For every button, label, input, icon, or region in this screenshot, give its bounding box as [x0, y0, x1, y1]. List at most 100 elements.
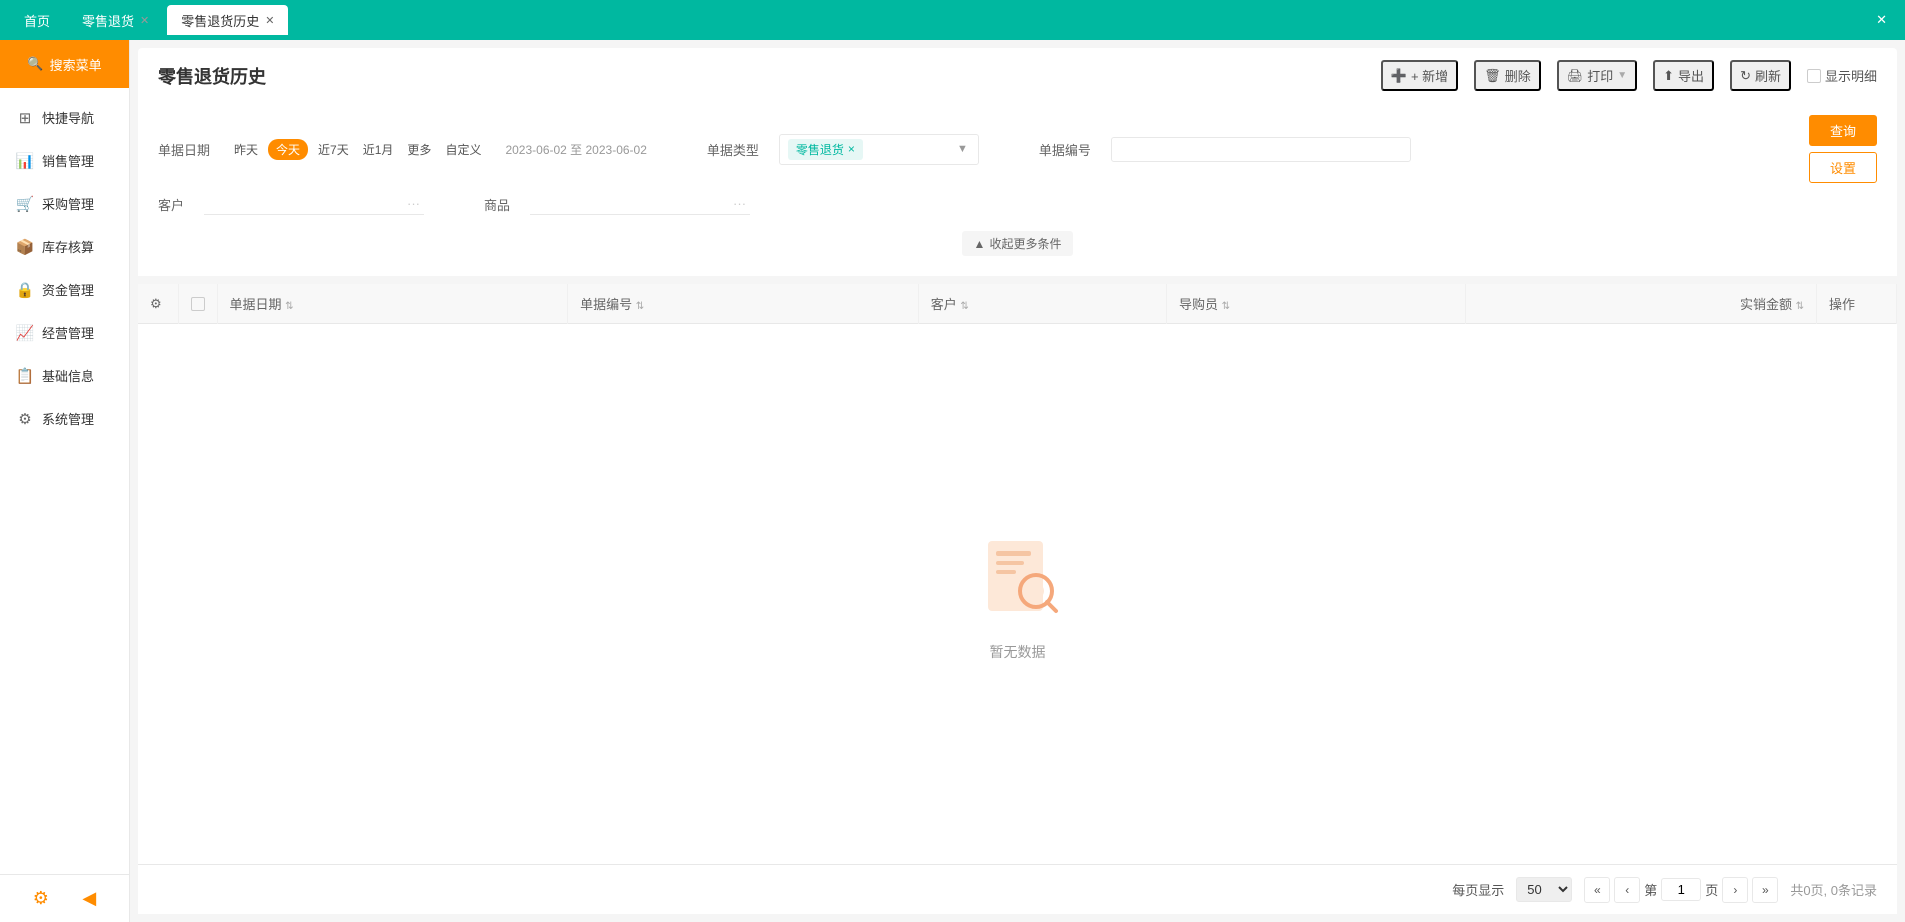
tab-retail-return-close[interactable]: ✕	[140, 14, 149, 27]
th-date[interactable]: 单据日期 ⇅	[217, 284, 568, 324]
sidebar-item-basicinfo[interactable]: 📋 基础信息	[0, 354, 129, 397]
delete-icon: 🗑	[1484, 68, 1501, 84]
date-btn-today[interactable]: 今天	[268, 139, 308, 160]
export-icon: ⬆	[1663, 68, 1674, 84]
setting-button[interactable]: 设置	[1809, 152, 1877, 183]
date-btn-more[interactable]: 更多	[403, 139, 435, 160]
collapse-button[interactable]: ▲ 收起更多条件	[962, 231, 1074, 256]
th-settings[interactable]: ⚙	[138, 284, 178, 324]
sidebar-item-finance-label: 资金管理	[42, 280, 94, 299]
refresh-button[interactable]: ↻ 刷新	[1730, 60, 1791, 91]
type-dropdown-chevron-icon: ▼	[957, 143, 968, 155]
sidebar-item-basicinfo-label: 基础信息	[42, 366, 94, 385]
add-button[interactable]: ➕ + 新增	[1381, 60, 1458, 91]
query-button[interactable]: 查询	[1809, 115, 1877, 146]
print-button[interactable]: 🖨 打印 ▼	[1557, 60, 1637, 91]
date-btn-custom[interactable]: 自定义	[441, 139, 485, 160]
collapse-icon: ▲	[974, 237, 986, 251]
th-customer[interactable]: 客户 ⇅	[918, 284, 1166, 324]
sidebar-item-quicknav-label: 快捷导航	[42, 108, 94, 127]
sidebar-item-purchase[interactable]: 🛒 采购管理	[0, 182, 129, 225]
sidebar-item-system[interactable]: ⚙ 系统管理	[0, 397, 129, 440]
empty-state-icon	[968, 526, 1068, 626]
billno-filter-label: 单据编号	[1039, 140, 1091, 159]
sidebar-settings-icon[interactable]: ⚙	[33, 888, 49, 909]
purchase-icon: 🛒	[16, 195, 34, 213]
sales-icon: 📊	[16, 152, 34, 170]
filter-divider: ▲ 收起更多条件	[138, 225, 1897, 264]
inventory-icon: 📦	[16, 238, 34, 256]
type-selector[interactable]: 零售退货 × ▼	[779, 134, 979, 165]
type-tag-remove[interactable]: ×	[848, 142, 855, 156]
date-quick-group: 昨天 今天 近7天 近1月 更多 自定义	[230, 139, 485, 160]
finance-icon: 🔒	[16, 281, 34, 299]
tab-home-label: 首页	[24, 11, 50, 30]
export-button[interactable]: ⬆ 导出	[1653, 60, 1714, 91]
page-next-btn[interactable]: ›	[1722, 877, 1748, 903]
customer-input-dots: ···	[407, 196, 420, 211]
collapse-label: 收起更多条件	[989, 235, 1061, 252]
th-date-sort-icon: ⇅	[285, 301, 293, 312]
goods-input[interactable]	[534, 196, 733, 211]
th-customer-label: 客户	[931, 297, 957, 312]
business-icon: 📈	[16, 324, 34, 342]
tab-retail-return-history-close[interactable]: ✕	[265, 14, 274, 27]
billno-input[interactable]	[1111, 137, 1411, 162]
goods-input-dots: ···	[733, 196, 746, 211]
page-prev-btn[interactable]: ‹	[1614, 877, 1640, 903]
sidebar-item-sales[interactable]: 📊 销售管理	[0, 139, 129, 182]
th-billno[interactable]: 单据编号 ⇅	[568, 284, 919, 324]
content-area: 零售退货历史 ➕ + 新增 🗑 删除 🖨 打印	[130, 40, 1905, 922]
date-btn-yesterday[interactable]: 昨天	[230, 139, 262, 160]
type-filter-label: 单据类型	[707, 140, 759, 159]
th-customer-sort-icon: ⇅	[960, 301, 968, 312]
page-number-input[interactable]	[1661, 878, 1701, 901]
th-billno-label: 单据编号	[580, 297, 632, 312]
th-guide-sort-icon: ⇅	[1222, 301, 1230, 312]
page-title-row: 零售退货历史 ➕ + 新增 🗑 删除 🖨 打印	[138, 48, 1897, 91]
type-tag-label: 零售退货	[796, 141, 844, 158]
delete-button[interactable]: 🗑 删除	[1474, 60, 1541, 91]
th-checkbox[interactable]	[178, 284, 217, 324]
sidebar-item-sales-label: 销售管理	[42, 151, 94, 170]
page-body: 零售退货历史 ➕ + 新增 🗑 删除 🖨 打印	[138, 48, 1897, 914]
th-amount-label: 实销金额	[1740, 297, 1792, 312]
table-header: ⚙ 单据日期 ⇅ 单据编号 ⇅	[138, 284, 1897, 324]
customer-filter-label: 客户	[158, 195, 184, 214]
date-btn-1month[interactable]: 近1月	[359, 139, 398, 160]
tab-retail-return-history[interactable]: 零售退货历史 ✕	[167, 5, 288, 35]
page-size-label: 每页显示	[1452, 880, 1504, 899]
th-guide[interactable]: 导购员 ⇅	[1166, 284, 1465, 324]
page-first-btn[interactable]: «	[1584, 877, 1610, 903]
select-all-checkbox[interactable]	[191, 297, 205, 311]
customer-input[interactable]	[208, 196, 407, 211]
sidebar-menu: ⊞ 快捷导航 📊 销售管理 🛒 采购管理 📦 库存核算 🔒 资金管理 📈	[0, 88, 129, 874]
tab-retail-return[interactable]: 零售退货 ✕	[68, 5, 163, 35]
basicinfo-icon: 📋	[16, 367, 34, 385]
export-label: 导出	[1678, 66, 1704, 85]
page-total-info: 共0页, 0条记录	[1790, 880, 1877, 899]
sidebar-item-business[interactable]: 📈 经营管理	[0, 311, 129, 354]
filter-area: 单据日期 昨天 今天 近7天 近1月 更多 自定义 2023-06-02 至 2…	[138, 103, 1897, 276]
window-close-btn[interactable]: ✕	[1868, 8, 1895, 32]
filter-row-1: 单据日期 昨天 今天 近7天 近1月 更多 自定义 2023-06-02 至 2…	[138, 115, 1897, 183]
th-amount[interactable]: 实销金额 ⇅	[1466, 284, 1817, 324]
display-switch: 显示明细	[1807, 66, 1877, 85]
page-last-btn[interactable]: »	[1752, 877, 1778, 903]
date-btn-7days[interactable]: 近7天	[314, 139, 353, 160]
sidebar-collapse-icon[interactable]: ◀	[82, 888, 96, 909]
th-date-label: 单据日期	[230, 297, 282, 312]
display-switch-checkbox[interactable]	[1807, 69, 1821, 83]
empty-state-text: 暂无数据	[990, 642, 1046, 662]
page-label: 第	[1644, 880, 1657, 899]
tab-home[interactable]: 首页	[10, 5, 64, 35]
sidebar-item-finance[interactable]: 🔒 资金管理	[0, 268, 129, 311]
add-icon: ➕	[1391, 68, 1407, 84]
page-size-select[interactable]: 50 100 200	[1516, 877, 1572, 902]
sidebar-item-inventory[interactable]: 📦 库存核算	[0, 225, 129, 268]
sidebar-bottom: ⚙ ◀	[0, 874, 129, 922]
sidebar-item-quicknav[interactable]: ⊞ 快捷导航	[0, 96, 129, 139]
sidebar-search[interactable]: 🔍 搜索菜单	[0, 40, 129, 88]
add-label: + 新增	[1411, 66, 1448, 85]
print-chevron-icon: ▼	[1617, 70, 1627, 81]
